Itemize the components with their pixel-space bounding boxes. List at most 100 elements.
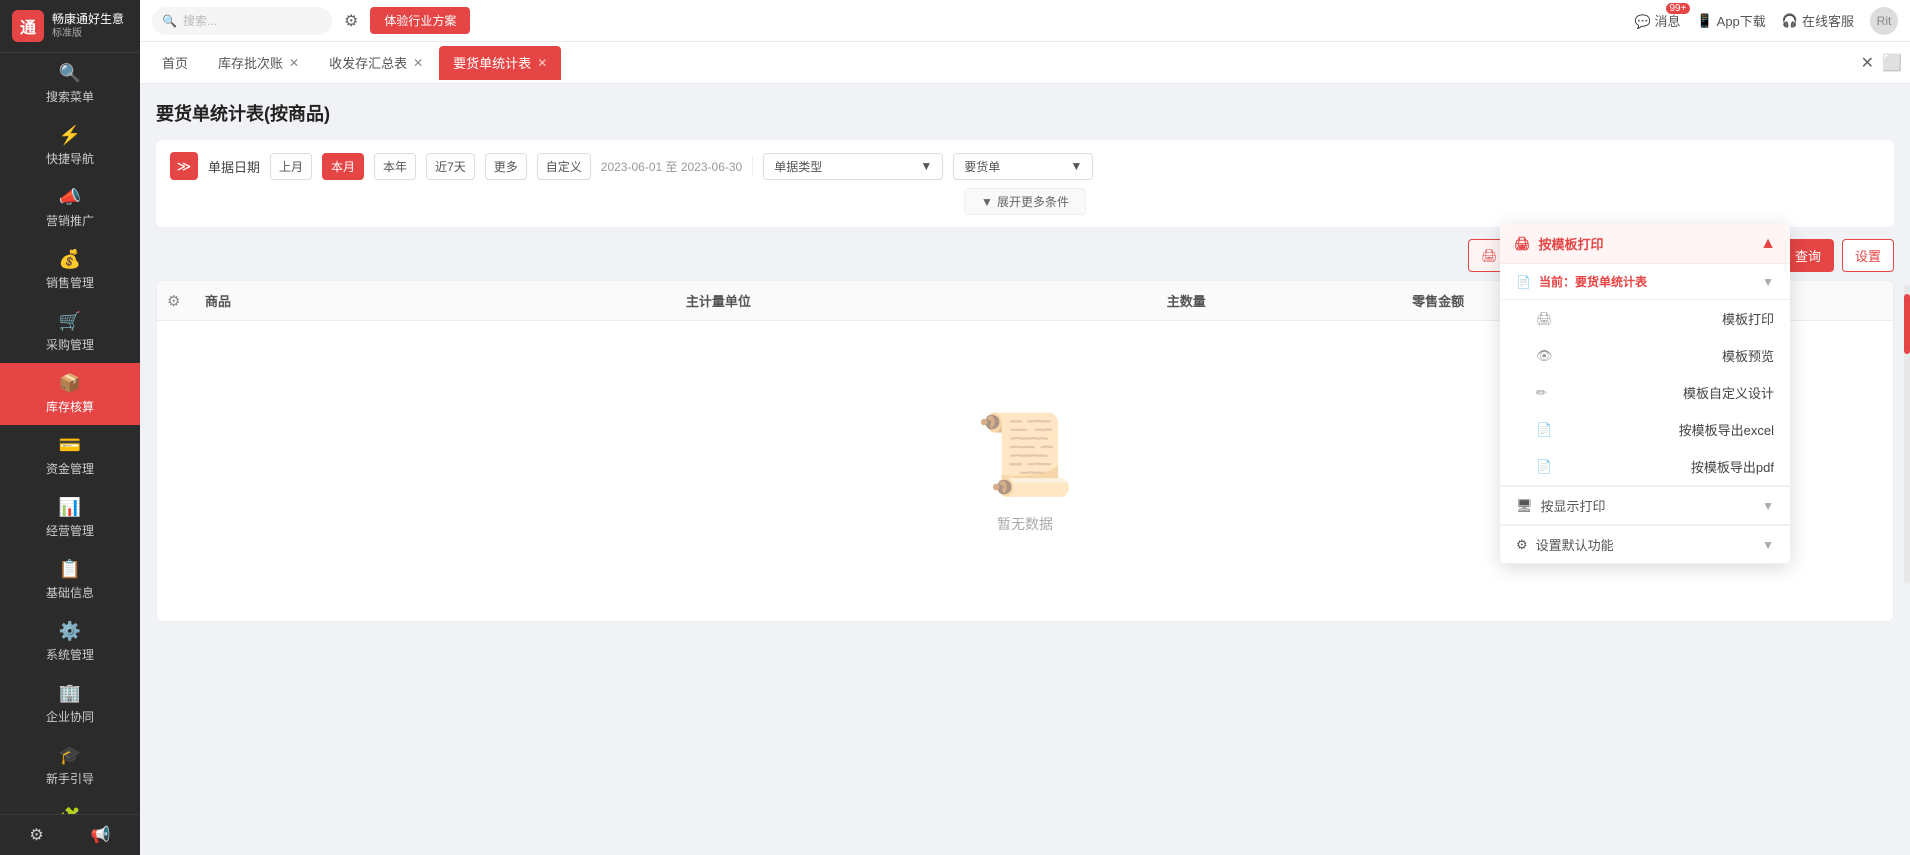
tab-receipt-summary[interactable]: 收发存汇总表 ✕ [315,46,437,80]
tab-batch-account[interactable]: 库存批次账 ✕ [204,46,313,80]
gear-icon[interactable]: ⚙ [344,11,358,31]
dropdown-item-template-design[interactable]: ✏ 模板自定义设计 [1500,374,1790,411]
dropdown-item-template-print[interactable]: 🖨 模板打印 [1500,300,1790,337]
dropdown-item-export-excel[interactable]: 📄 按模板导出excel [1500,411,1790,448]
tab-close-order[interactable]: ✕ [537,56,547,70]
col-qty: 主数量 [1167,291,1402,310]
sidebar-item-operations[interactable]: 📊 经营管理 [0,487,140,549]
trial-button[interactable]: 体验行业方案 [370,7,470,34]
column-settings-btn[interactable]: ⚙ [167,292,195,310]
dropdown-current-section: 📄 当前：要货单统计表 ▼ [1500,264,1790,300]
settings-btn[interactable]: 设置 [1842,239,1894,272]
current-chevron-icon: ▼ [1762,275,1774,289]
doc-type-select[interactable]: 单据类型 ▼ [763,153,943,180]
main-area: 🔍 搜索... ⚙ 体验行业方案 💬 99+ 消息 📱 App下载 🎧 在线客服 [140,0,1910,855]
filter-bar: ≫ 单据日期 上月 本月 本年 近7天 更多 自定义 2023-06-01 至 … [156,140,1894,227]
doc-type-label: 单据类型 [774,158,822,175]
date-btn-this-year[interactable]: 本年 [374,153,416,180]
finance-icon: 💳 [59,435,81,456]
filter-expand-btn[interactable]: ≫ [170,152,198,180]
dropdown-item-template-preview[interactable]: 👁 模板预览 [1500,337,1790,374]
app-logo: 通 畅康通好生意 标准版 [0,0,140,53]
no-data-text: 暂无数据 [997,514,1053,534]
cargo-chevron-icon: ▼ [1070,159,1082,173]
default-setting-chevron: ▼ [1762,538,1774,552]
template-design-icon: ✏ [1536,385,1547,401]
window-close-icon[interactable]: ✕ [1861,53,1874,73]
sidebar-item-apps[interactable]: 🧩 应用中心 [0,797,140,814]
date-btn-custom[interactable]: 自定义 [537,153,591,180]
speaker-footer-btn[interactable]: 📢 [91,825,111,845]
sidebar-nav: 🔍 搜索菜单 ⚡ 快捷导航 📣 营销推广 💰 销售管理 🛒 采购管理 📦 [0,53,140,814]
sidebar-item-quicknav[interactable]: ⚡ 快捷导航 [0,115,140,177]
date-range-display: 2023-06-01 至 2023-06-30 [601,158,742,175]
dropdown-item-export-pdf[interactable]: 📄 按模板导出pdf [1500,448,1790,485]
sidebar-item-finance[interactable]: 💳 资金管理 [0,425,140,487]
date-btn-this-month[interactable]: 本月 [322,153,364,180]
printer-icon: 🖨 [1481,248,1498,264]
sidebar-footer: ⚙ 📢 [0,814,140,855]
cargo-type-select[interactable]: 要货单 ▼ [953,153,1093,180]
purchase-icon: 🛒 [59,311,81,332]
system-icon: ⚙️ [59,621,81,642]
sidebar-item-enterprise[interactable]: 🏢 企业协同 [0,673,140,735]
dropdown-printer-icon: 🖨 [1514,236,1531,252]
current-template-icon: 📄 [1516,275,1531,289]
operations-icon: 📊 [59,497,81,518]
sidebar-item-sales[interactable]: 💰 销售管理 [0,239,140,301]
filter-row: ≫ 单据日期 上月 本月 本年 近7天 更多 自定义 2023-06-01 至 … [170,152,1880,180]
top-header: 🔍 搜索... ⚙ 体验行业方案 💬 99+ 消息 📱 App下载 🎧 在线客服 [140,0,1910,42]
sidebar-item-search[interactable]: 🔍 搜索菜单 [0,53,140,115]
date-btn-last-month[interactable]: 上月 [270,153,312,180]
inventory-icon: 📦 [59,373,81,394]
app-name: 畅康通好生意 标准版 [52,12,124,41]
date-filter-label: 单据日期 [208,157,260,176]
dropdown-title: 🖨 按模板打印 [1514,234,1604,253]
expand-more-icon: ▼ [981,195,993,209]
sidebar-item-basics[interactable]: 📋 基础信息 [0,549,140,611]
tab-home[interactable]: 首页 [148,46,202,80]
message-icon: 💬 [1635,14,1651,29]
download-icon: 📱 [1696,13,1712,29]
sidebar-item-marketing[interactable]: 📣 营销推广 [0,177,140,239]
expand-more-btn[interactable]: ▼ 展开更多条件 [964,188,1086,215]
chevron-down-icon: ▼ [920,159,932,173]
sidebar-item-system[interactable]: ⚙️ 系统管理 [0,611,140,673]
user-avatar[interactable]: Rit [1870,7,1898,35]
template-print-icon: 🖨 [1536,311,1553,327]
tab-order-stats[interactable]: 要货单统计表 ✕ [439,46,561,80]
sidebar-item-purchase[interactable]: 🛒 采购管理 [0,301,140,363]
export-pdf-icon: 📄 [1536,459,1552,475]
tab-close-batch[interactable]: ✕ [289,56,299,70]
guide-icon: 🎓 [59,745,81,766]
header-actions: 💬 99+ 消息 📱 App下载 🎧 在线客服 Rit [1635,7,1898,35]
customer-service-btn[interactable]: 🎧 在线客服 [1782,11,1854,30]
scrollbar-thumb[interactable] [1904,294,1910,354]
window-controls: ✕ ⬜ [1861,53,1902,73]
quick-nav-icon: ⚡ [59,125,81,146]
dropdown-default-setting-btn[interactable]: ⚙ 设置默认功能 ▼ [1500,525,1790,563]
date-btn-more[interactable]: 更多 [485,153,527,180]
basics-icon: 📋 [59,559,81,580]
dropdown-close-btn[interactable]: ▲ [1760,235,1776,253]
message-btn[interactable]: 💬 99+ 消息 [1635,11,1681,30]
logo-icon: 通 [12,10,44,42]
page-title: 要货单统计表(按商品) [156,100,1894,126]
dropdown-current-item[interactable]: 📄 当前：要货单统计表 ▼ [1500,264,1790,299]
dropdown-display-print-btn[interactable]: 🖥 按显示打印 ▼ [1500,486,1790,524]
display-print-chevron: ▼ [1762,499,1774,513]
sidebar-item-guide[interactable]: 🎓 新手引导 [0,735,140,797]
dropdown-display-print-section: 🖥 按显示打印 ▼ [1500,486,1790,525]
sidebar-item-inventory[interactable]: 📦 库存核算 [0,363,140,425]
app-download-btn[interactable]: 📱 App下载 [1696,11,1765,30]
export-excel-icon: 📄 [1536,422,1552,438]
top-search-bar[interactable]: 🔍 搜索... [152,7,332,35]
content-area: 要货单统计表(按商品) ≫ 单据日期 上月 本月 本年 近7天 更多 自定义 2… [140,84,1910,855]
settings-footer-btn[interactable]: ⚙ [29,825,43,845]
scrollbar[interactable] [1904,284,1910,584]
default-setting-icon: ⚙ [1516,537,1528,553]
date-btn-7days[interactable]: 近7天 [426,153,475,180]
window-maximize-icon[interactable]: ⬜ [1882,53,1902,73]
tab-close-receipt[interactable]: ✕ [413,56,423,70]
expand-icon: ≫ [177,158,192,175]
